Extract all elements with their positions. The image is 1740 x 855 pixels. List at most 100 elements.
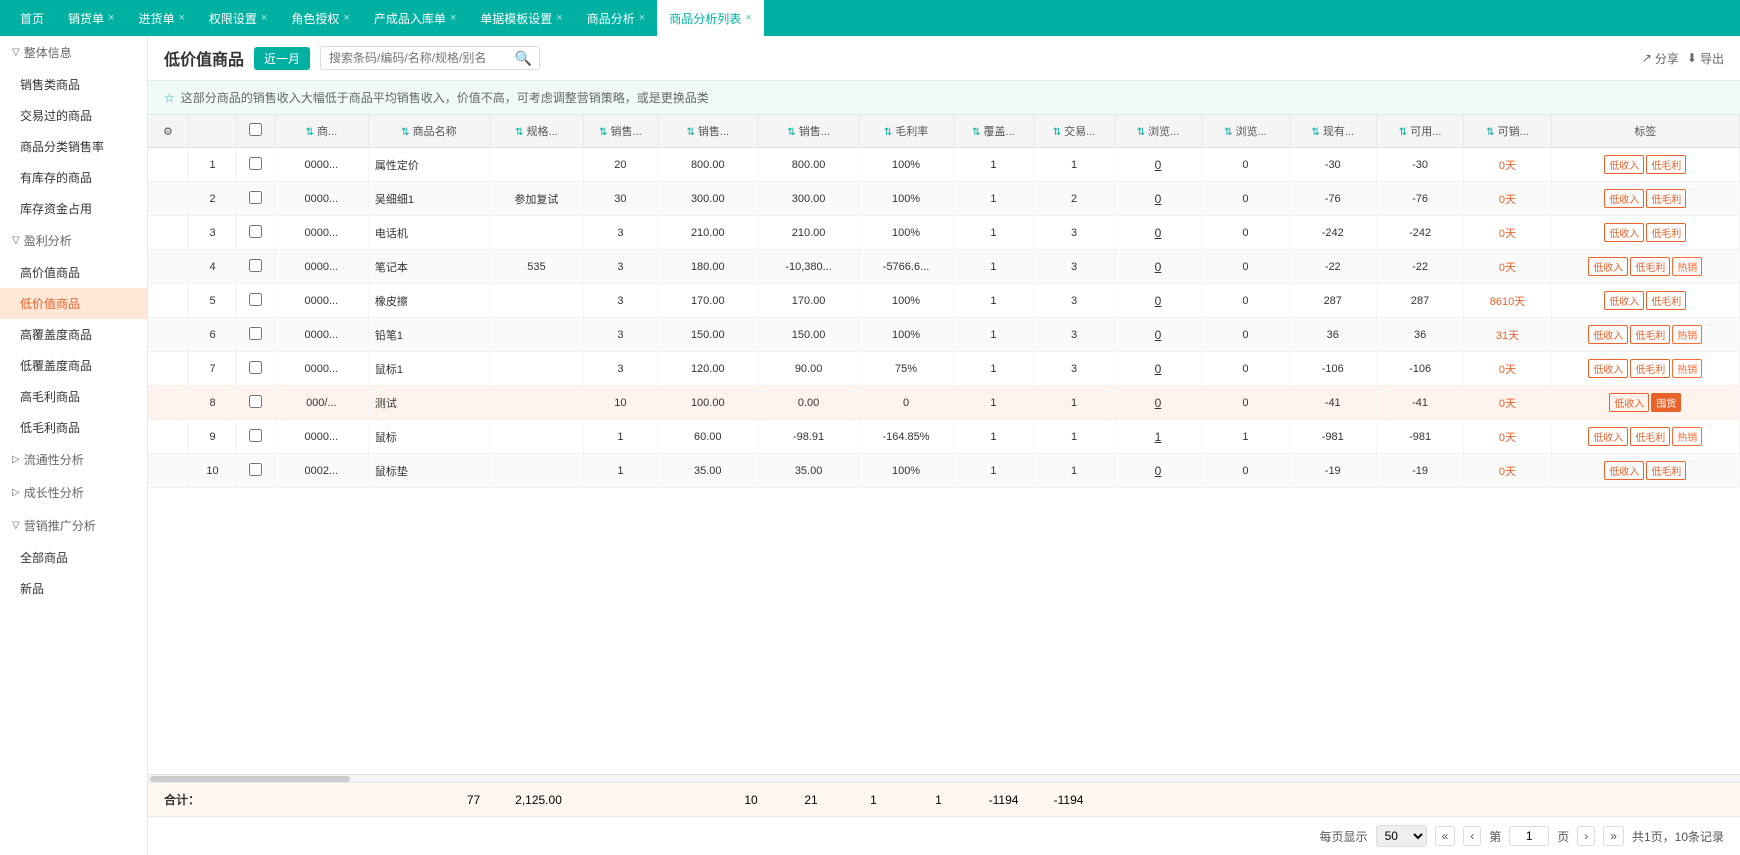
view1-link[interactable]: 0 bbox=[1155, 260, 1162, 274]
row-name[interactable]: 鼠标1 bbox=[368, 352, 489, 386]
row-select-checkbox[interactable] bbox=[249, 293, 262, 306]
row-checkbox[interactable] bbox=[237, 386, 275, 420]
row-checkbox[interactable] bbox=[237, 148, 275, 182]
sidebar-item-high-value[interactable]: 高价值商品 bbox=[0, 257, 147, 288]
close-icon[interactable]: × bbox=[343, 12, 349, 24]
sidebar-section-liquidity[interactable]: ▷ 流通性分析 bbox=[0, 443, 147, 476]
row-settings[interactable] bbox=[148, 420, 188, 454]
first-page-button[interactable]: « bbox=[1435, 826, 1456, 846]
sidebar-section-growth[interactable]: ▷ 成长性分析 bbox=[0, 476, 147, 509]
sidebar-section-profit[interactable]: ▽ 盈利分析 bbox=[0, 224, 147, 257]
sidebar-item-traded-goods[interactable]: 交易过的商品 bbox=[0, 100, 147, 131]
row-name[interactable]: 属性定价 bbox=[368, 148, 489, 182]
search-input[interactable] bbox=[320, 46, 540, 70]
row-checkbox[interactable] bbox=[237, 454, 275, 488]
sidebar-item-in-stock-goods[interactable]: 有库存的商品 bbox=[0, 162, 147, 193]
sidebar-section-marketing[interactable]: ▽ 营销推广分析 bbox=[0, 509, 147, 542]
row-name[interactable]: 橡皮擦 bbox=[368, 284, 489, 318]
close-icon[interactable]: × bbox=[639, 12, 645, 24]
view1-link[interactable]: 0 bbox=[1155, 192, 1162, 206]
share-button[interactable]: ↗ 分享 bbox=[1642, 50, 1679, 67]
search-icon[interactable]: 🔍 bbox=[515, 50, 532, 67]
row-settings[interactable] bbox=[148, 284, 188, 318]
row-settings[interactable] bbox=[148, 182, 188, 216]
stock-col-header[interactable]: ⇅ 现有... bbox=[1289, 115, 1376, 148]
row-checkbox[interactable] bbox=[237, 284, 275, 318]
row-view1[interactable]: 0 bbox=[1114, 148, 1201, 182]
sidebar-item-category-sales-rate[interactable]: 商品分类销售率 bbox=[0, 131, 147, 162]
row-select-checkbox[interactable] bbox=[249, 361, 262, 374]
row-name[interactable]: 测试 bbox=[368, 386, 489, 420]
row-select-checkbox[interactable] bbox=[249, 327, 262, 340]
nav-permission-setting[interactable]: 权限设置 × bbox=[197, 0, 279, 36]
sales-cost-col-header[interactable]: ⇅ 销售... bbox=[758, 115, 859, 148]
sidebar-item-low-value[interactable]: 低价值商品 bbox=[0, 288, 147, 319]
sidebar-item-inventory-capital[interactable]: 库存资金占用 bbox=[0, 193, 147, 224]
name-col-header[interactable]: ⇅ 商品名称 bbox=[368, 115, 489, 148]
nav-product-analysis-list[interactable]: 商品分析列表 × bbox=[657, 0, 763, 36]
row-view1[interactable]: 0 bbox=[1114, 284, 1201, 318]
per-page-select[interactable]: 50 20 100 bbox=[1376, 825, 1427, 847]
row-select-checkbox[interactable] bbox=[249, 429, 262, 442]
view1-link[interactable]: 0 bbox=[1155, 294, 1162, 308]
nav-role-auth[interactable]: 角色授权 × bbox=[279, 0, 361, 36]
code-col-header[interactable]: ⇅ 商... bbox=[274, 115, 368, 148]
row-settings[interactable] bbox=[148, 318, 188, 352]
row-settings[interactable] bbox=[148, 250, 188, 284]
row-name[interactable]: 笔记本 bbox=[368, 250, 489, 284]
row-settings[interactable] bbox=[148, 454, 188, 488]
row-settings[interactable] bbox=[148, 216, 188, 250]
row-name[interactable]: 吴细细1 bbox=[368, 182, 489, 216]
close-icon[interactable]: × bbox=[556, 12, 562, 24]
view1-link[interactable]: 0 bbox=[1155, 464, 1162, 478]
row-checkbox[interactable] bbox=[237, 352, 275, 386]
sales-qty-col-header[interactable]: ⇅ 销售... bbox=[583, 115, 657, 148]
row-settings[interactable] bbox=[148, 352, 188, 386]
view1-link[interactable]: 0 bbox=[1155, 328, 1162, 342]
row-select-checkbox[interactable] bbox=[249, 395, 262, 408]
row-checkbox[interactable] bbox=[237, 250, 275, 284]
sales-amt-col-header[interactable]: ⇅ 销售... bbox=[657, 115, 758, 148]
prev-page-button[interactable]: ‹ bbox=[1463, 826, 1481, 846]
horizontal-scrollbar[interactable] bbox=[148, 774, 1740, 782]
row-select-checkbox[interactable] bbox=[249, 259, 262, 272]
avail-col-header[interactable]: ⇅ 可用... bbox=[1376, 115, 1463, 148]
sidebar-item-all-goods[interactable]: 全部商品 bbox=[0, 542, 147, 573]
row-view1[interactable]: 0 bbox=[1114, 386, 1201, 420]
row-checkbox[interactable] bbox=[237, 182, 275, 216]
close-icon[interactable]: × bbox=[108, 12, 114, 24]
row-view1[interactable]: 0 bbox=[1114, 216, 1201, 250]
margin-col-header[interactable]: ⇅ 毛利率 bbox=[859, 115, 953, 148]
close-icon[interactable]: × bbox=[450, 12, 456, 24]
nav-product-inbound[interactable]: 产成品入库单 × bbox=[362, 0, 468, 36]
view1-link[interactable]: 0 bbox=[1155, 226, 1162, 240]
row-settings[interactable] bbox=[148, 386, 188, 420]
row-name[interactable]: 鼠标 bbox=[368, 420, 489, 454]
select-all-checkbox[interactable] bbox=[249, 123, 262, 136]
trade-col-header[interactable]: ⇅ 交易... bbox=[1034, 115, 1115, 148]
checkbox-col-header[interactable] bbox=[237, 115, 275, 148]
page-number-input[interactable] bbox=[1509, 826, 1549, 846]
row-name[interactable]: 鼠标垫 bbox=[368, 454, 489, 488]
sidebar-item-low-coverage[interactable]: 低覆盖度商品 bbox=[0, 350, 147, 381]
row-view1[interactable]: 0 bbox=[1114, 318, 1201, 352]
sidebar-item-new-goods[interactable]: 新品 bbox=[0, 573, 147, 604]
cover-col-header[interactable]: ⇅ 覆盖... bbox=[953, 115, 1034, 148]
nav-template-setting[interactable]: 单据模板设置 × bbox=[468, 0, 574, 36]
settings-col-header[interactable]: ⚙ bbox=[148, 115, 188, 148]
row-view1[interactable]: 0 bbox=[1114, 454, 1201, 488]
sidebar-item-high-margin[interactable]: 高毛利商品 bbox=[0, 381, 147, 412]
row-settings[interactable] bbox=[148, 148, 188, 182]
view1-link[interactable]: 1 bbox=[1155, 430, 1162, 444]
close-icon[interactable]: × bbox=[745, 12, 751, 24]
spec-col-header[interactable]: ⇅ 规格... bbox=[489, 115, 583, 148]
view2-col-header[interactable]: ⇅ 浏览... bbox=[1202, 115, 1289, 148]
last-page-button[interactable]: » bbox=[1603, 826, 1624, 846]
row-name[interactable]: 铅笔1 bbox=[368, 318, 489, 352]
nav-home[interactable]: 首页 bbox=[8, 0, 56, 36]
row-select-checkbox[interactable] bbox=[249, 191, 262, 204]
sidebar-item-sales-goods[interactable]: 销售类商品 bbox=[0, 69, 147, 100]
row-checkbox[interactable] bbox=[237, 318, 275, 352]
scroll-thumb[interactable] bbox=[150, 776, 350, 782]
close-icon[interactable]: × bbox=[261, 12, 267, 24]
